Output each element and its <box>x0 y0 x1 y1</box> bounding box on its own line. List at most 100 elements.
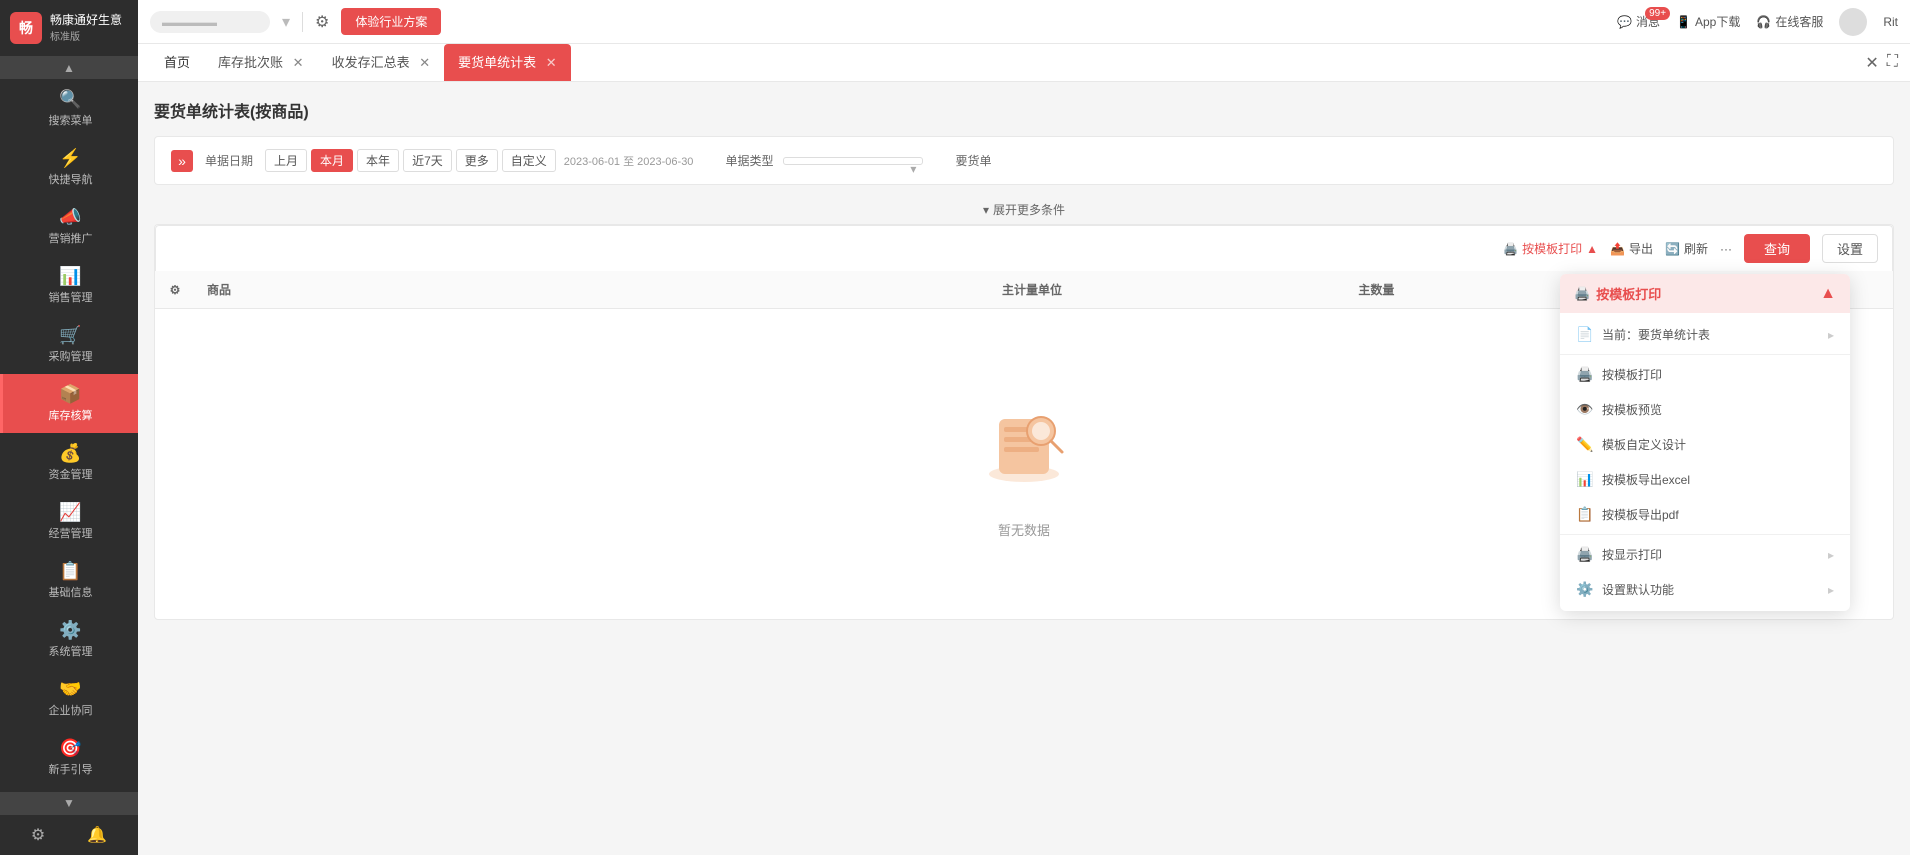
close-order-stats-icon[interactable]: ✕ <box>546 55 557 70</box>
th-qty: 主数量 <box>1204 281 1548 298</box>
popup-item-template-pdf[interactable]: 📋 按模板导出pdf <box>1560 497 1850 532</box>
date-btn-last-month[interactable]: 上月 <box>265 149 307 172</box>
settings-button[interactable]: 设置 <box>1822 234 1878 263</box>
tabs-right: ✕ ⛶ <box>1865 53 1898 73</box>
sidebar-nav: 🔍 搜索菜单 ⚡ 快捷导航 📣 营销推广 📊 销售管理 🛒 采购管理 📦 <box>0 79 138 792</box>
tab-home[interactable]: 首页 <box>150 44 204 81</box>
sidebar-bottom: ⚙ 🔔 <box>0 814 138 855</box>
export-button[interactable]: 📤 导出 <box>1610 240 1653 257</box>
date-btn-this-year[interactable]: 本年 <box>357 149 399 172</box>
print-icon: 🖨️ <box>1503 242 1518 256</box>
topbar: ▬▬▬▬▬ ▾ ⚙ 体验行业方案 💬 消息 99+ 📱 App下载 🎧 在线客服… <box>138 0 1910 44</box>
app-version: 标准版 <box>50 28 122 43</box>
tabs-maximize-icon[interactable]: ⛶ <box>1887 53 1898 73</box>
display-print-arrow-icon: ▸ <box>1828 548 1834 562</box>
app-name: 畅康通好生意 <box>50 13 122 29</box>
user-name: Rit <box>1883 15 1898 29</box>
topbar-search-box: ▬▬▬▬▬ <box>150 11 270 33</box>
popup-item-template-print[interactable]: 🖨️ 按模板打印 <box>1560 357 1850 392</box>
table-toolbar: 🖨️ 按模板打印 ▲ 📤 导出 🔄 刷新 ··· 查询 设置 <box>155 225 1893 271</box>
sidebar-item-inventory[interactable]: 📦 库存核算 <box>0 374 138 433</box>
sidebar-item-finance[interactable]: 💰 资金管理 <box>0 433 138 492</box>
gear-icon[interactable]: ⚙ <box>170 283 181 297</box>
search-icon: 🔍 <box>59 89 81 110</box>
close-recv-summary-icon[interactable]: ✕ <box>419 55 430 70</box>
template-excel-icon: 📊 <box>1576 471 1594 488</box>
popup-item-display-print[interactable]: 🖨️ 按显示打印 ▸ <box>1560 537 1850 572</box>
scroll-down-btn[interactable]: ▼ <box>0 792 138 814</box>
date-range-display: 2023-06-01 至 2023-06-30 <box>564 153 694 169</box>
popup-divider-1 <box>1560 354 1850 355</box>
trial-button[interactable]: 体验行业方案 <box>341 8 441 35</box>
volume-icon[interactable]: 🔔 <box>87 825 107 845</box>
nav-label-inventory: 库存核算 <box>49 407 93 423</box>
popup-item-current[interactable]: 📄 当前：要货单统计表 ▸ <box>1560 317 1850 352</box>
nav-label-sales: 销售管理 <box>49 289 93 305</box>
sidebar-item-search[interactable]: 🔍 搜索菜单 <box>0 79 138 138</box>
sidebar-item-basic[interactable]: 📋 基础信息 <box>0 551 138 610</box>
expand-more-button[interactable]: ▾ 展开更多条件 <box>983 201 1065 218</box>
nav-label-quick-nav: 快捷导航 <box>49 171 93 187</box>
more-button[interactable]: ··· <box>1720 242 1732 256</box>
system-icon: ⚙️ <box>59 620 81 641</box>
settings-icon[interactable]: ⚙ <box>31 825 45 845</box>
tabs-close-icon[interactable]: ✕ <box>1865 53 1878 73</box>
scroll-up-btn[interactable]: ▲ <box>0 57 138 79</box>
popup-item-template-preview[interactable]: 👁️ 按模板预览 <box>1560 392 1850 427</box>
popup-item-template-excel[interactable]: 📊 按模板导出excel <box>1560 462 1850 497</box>
page-title: 要货单统计表(按商品) <box>154 98 1894 122</box>
tab-order-stats[interactable]: 要货单统计表 ✕ <box>444 44 571 81</box>
app-download-button[interactable]: 📱 App下载 <box>1676 13 1740 30</box>
select-arrow-icon: ▾ <box>910 162 916 176</box>
message-icon: 💬 <box>1617 15 1632 29</box>
nav-label-finance: 资金管理 <box>49 466 93 482</box>
order-cat-label: 要货单 <box>955 152 991 169</box>
sidebar-item-sales[interactable]: 📊 销售管理 <box>0 256 138 315</box>
sidebar: 畅 畅康通好生意 标准版 ▲ 🔍 搜索菜单 ⚡ 快捷导航 📣 营销推广 📊 <box>0 0 138 855</box>
topbar-gear-icon[interactable]: ⚙ <box>315 12 329 32</box>
online-service-button[interactable]: 🎧 在线客服 <box>1756 13 1823 30</box>
sidebar-item-marketing[interactable]: 📣 营销推广 <box>0 197 138 256</box>
filter-expand-button[interactable]: » <box>171 150 193 172</box>
tab-recv-summary[interactable]: 收发存汇总表 ✕ <box>318 44 445 81</box>
nav-label-marketing: 营销推广 <box>49 230 93 246</box>
refresh-button[interactable]: 🔄 刷新 <box>1665 240 1708 257</box>
sidebar-item-system[interactable]: ⚙️ 系统管理 <box>0 610 138 669</box>
user-avatar[interactable] <box>1839 8 1867 36</box>
sales-icon: 📊 <box>59 266 81 287</box>
query-button[interactable]: 查询 <box>1744 234 1810 263</box>
popup-item-set-default[interactable]: ⚙️ 设置默认功能 ▸ <box>1560 572 1850 607</box>
popup-item-template-custom[interactable]: ✏️ 模板自定义设计 <box>1560 427 1850 462</box>
close-inventory-batch-icon[interactable]: ✕ <box>293 55 304 70</box>
tab-bar: 首页 库存批次账 ✕ 收发存汇总表 ✕ 要货单统计表 ✕ ✕ ⛶ <box>138 44 1910 82</box>
date-btn-custom[interactable]: 自定义 <box>502 149 556 172</box>
tab-inventory-batch[interactable]: 库存批次账 ✕ <box>204 44 318 81</box>
filter-bar: » 单据日期 上月 本月 本年 近7天 更多 自定义 2023-06-01 至 … <box>154 136 1894 185</box>
operation-icon: 📈 <box>59 502 81 523</box>
sidebar-item-enterprise[interactable]: 🤝 企业协同 <box>0 669 138 728</box>
nav-label-purchase: 采购管理 <box>49 348 93 364</box>
date-btn-this-month[interactable]: 本月 <box>311 149 353 172</box>
sidebar-item-operation[interactable]: 📈 经营管理 <box>0 492 138 551</box>
print-dropdown-icon: ▲ <box>1586 242 1598 256</box>
nav-label-system: 系统管理 <box>49 643 93 659</box>
template-print-icon: 🖨️ <box>1576 366 1594 383</box>
topbar-dropdown-icon[interactable]: ▾ <box>282 12 290 32</box>
date-btn-7days[interactable]: 近7天 <box>403 149 452 172</box>
sidebar-item-quick-nav[interactable]: ⚡ 快捷导航 <box>0 138 138 197</box>
current-template-icon: 📄 <box>1576 326 1594 343</box>
message-button[interactable]: 💬 消息 99+ <box>1617 13 1660 30</box>
sidebar-item-purchase[interactable]: 🛒 采购管理 <box>0 315 138 374</box>
print-template-button[interactable]: 🖨️ 按模板打印 ▲ <box>1503 240 1598 257</box>
export-icon: 📤 <box>1610 242 1625 256</box>
nav-label-operation: 经营管理 <box>49 525 93 541</box>
popup-close-icon[interactable]: ▲ <box>1820 285 1836 303</box>
th-product: 商品 <box>195 281 860 298</box>
main-area: ▬▬▬▬▬ ▾ ⚙ 体验行业方案 💬 消息 99+ 📱 App下载 🎧 在线客服… <box>138 0 1910 855</box>
order-cat-filter: 要货单 <box>955 152 991 169</box>
refresh-icon: 🔄 <box>1665 242 1680 256</box>
order-type-select[interactable]: ▾ <box>783 157 923 165</box>
popup-divider-2 <box>1560 534 1850 535</box>
sidebar-item-guide[interactable]: 🎯 新手引导 <box>0 728 138 787</box>
date-btn-more[interactable]: 更多 <box>456 149 498 172</box>
